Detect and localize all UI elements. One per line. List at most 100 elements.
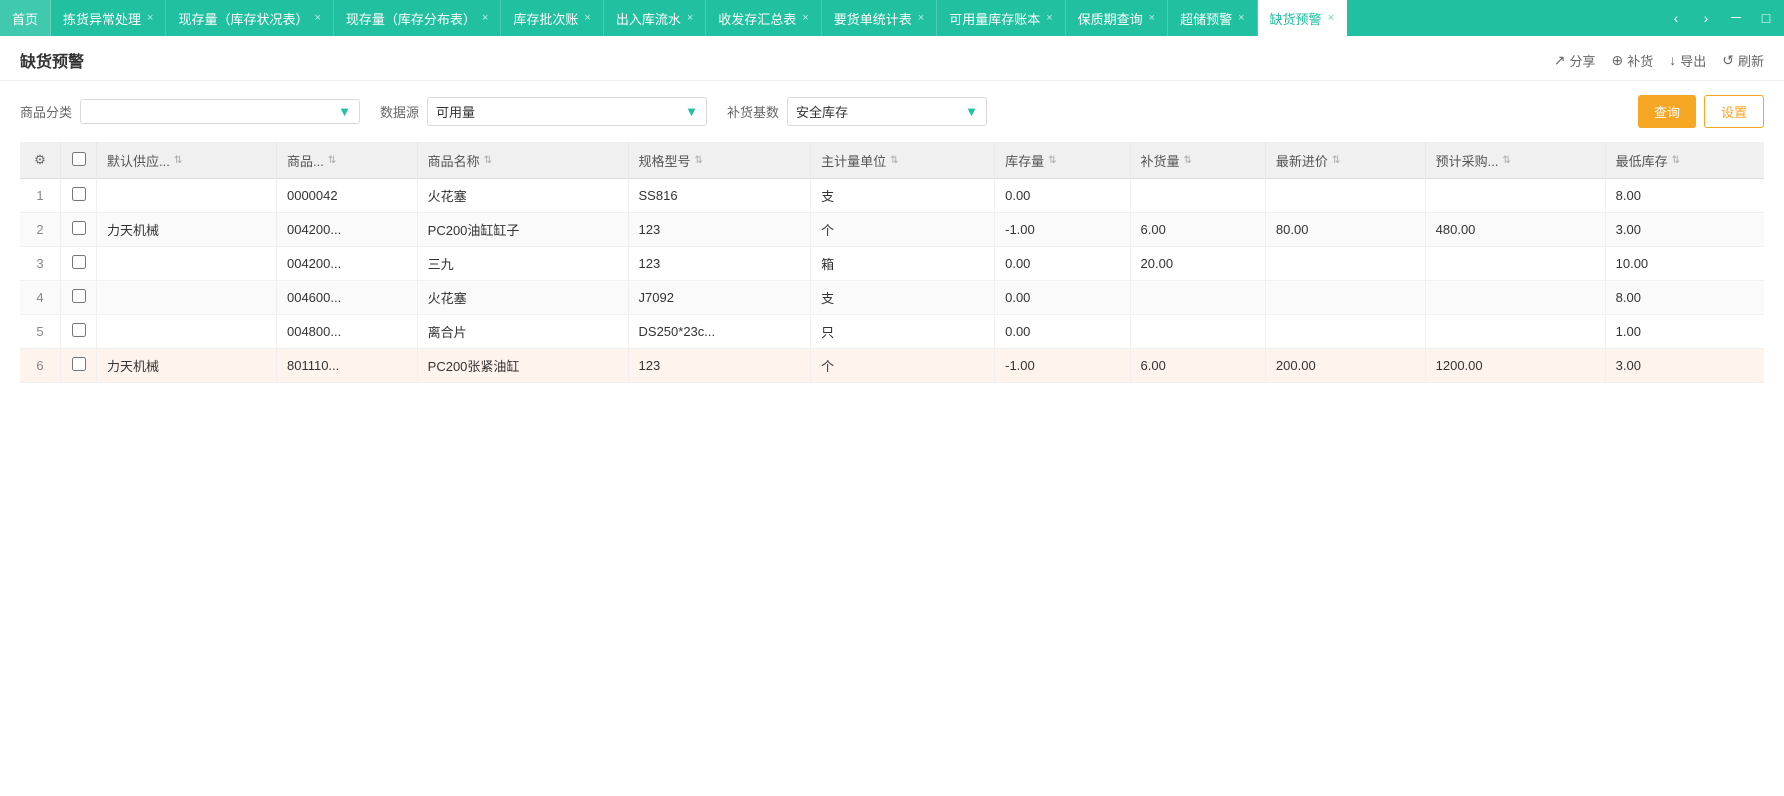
th-replenish-qty-label: 补货量	[1141, 151, 1180, 170]
page-container: 缺货预警 ↗ 分享 ⊕ 补货 ↓ 导出 ↺ 刷新 商品分类	[0, 36, 1784, 796]
th-unit-label: 主计量单位	[821, 151, 886, 170]
export-button[interactable]: ↓ 导出	[1669, 51, 1706, 70]
replenish-base-arrow-icon: ▼	[965, 104, 978, 119]
category-select[interactable]: ▼	[80, 99, 360, 124]
tab-pick-exception[interactable]: 拣货异常处理 ×	[51, 0, 166, 36]
row-checkbox[interactable]	[72, 255, 86, 269]
sort-stock-icon: ⇅	[1048, 155, 1056, 166]
row-product-name: 火花塞	[417, 179, 628, 213]
row-spec: 123	[628, 349, 811, 383]
th-product-code-label: 商品...	[287, 151, 324, 170]
row-product-code: 004800...	[276, 315, 417, 349]
filter-replenish-base-group: 补货基数 安全库存 ▼	[727, 97, 987, 126]
row-checkbox[interactable]	[72, 289, 86, 303]
table-row: 6 力天机械 801110... PC200张紧油缸 123 个 -1.00 6…	[20, 349, 1764, 383]
th-spec[interactable]: 规格型号 ⇅	[628, 142, 811, 179]
row-latest-price	[1265, 247, 1425, 281]
row-checkbox[interactable]	[72, 323, 86, 337]
row-stock: 0.00	[995, 247, 1130, 281]
row-product-code: 004200...	[276, 247, 417, 281]
nav-minimize-btn[interactable]: －	[1722, 4, 1750, 32]
row-spec: DS250*23c...	[628, 315, 811, 349]
row-checkbox[interactable]	[72, 357, 86, 371]
row-min-stock: 10.00	[1605, 247, 1764, 281]
th-min-stock[interactable]: 最低库存 ⇅	[1605, 142, 1764, 179]
tab-home[interactable]: 首页	[0, 0, 51, 36]
row-replenish-qty: 20.00	[1130, 247, 1265, 281]
th-default-supplier[interactable]: 默认供应... ⇅	[97, 142, 277, 179]
row-estimated-purchase: 480.00	[1425, 213, 1605, 247]
row-supplier: 力天机械	[97, 349, 277, 383]
row-spec: J7092	[628, 281, 811, 315]
replenish-label: 补货	[1627, 51, 1653, 70]
tab-stock-status-close[interactable]: ×	[314, 12, 320, 24]
row-unit: 个	[811, 349, 995, 383]
th-unit[interactable]: 主计量单位 ⇅	[811, 142, 995, 179]
refresh-button[interactable]: ↺ 刷新	[1722, 51, 1764, 70]
tab-stock-dist-close[interactable]: ×	[482, 12, 488, 24]
select-all-checkbox[interactable]	[72, 152, 86, 166]
tab-available-close[interactable]: ×	[1046, 12, 1052, 24]
tab-order-stats[interactable]: 要货单统计表 ×	[822, 0, 937, 36]
tab-batch-close[interactable]: ×	[584, 12, 590, 24]
refresh-icon: ↺	[1722, 52, 1734, 69]
row-index: 4	[20, 281, 61, 315]
nav-next-btn[interactable]: ›	[1692, 4, 1720, 32]
row-min-stock: 1.00	[1605, 315, 1764, 349]
tab-stock-dist[interactable]: 现存量（库存分布表） ×	[334, 0, 501, 36]
tab-inout-close[interactable]: ×	[687, 12, 693, 24]
tab-pick-close[interactable]: ×	[147, 12, 153, 24]
datasource-select[interactable]: 可用量 ▼	[427, 97, 707, 126]
row-estimated-purchase	[1425, 315, 1605, 349]
tab-expiry[interactable]: 保质期查询 ×	[1066, 0, 1168, 36]
tab-inout-label: 出入库流水	[616, 9, 681, 28]
tab-shortage-close[interactable]: ×	[1328, 12, 1334, 24]
category-arrow-icon: ▼	[338, 104, 351, 119]
share-button[interactable]: ↗ 分享	[1554, 51, 1596, 70]
tab-order-close[interactable]: ×	[918, 12, 924, 24]
nav-maximize-btn[interactable]: □	[1752, 4, 1780, 32]
tab-expiry-close[interactable]: ×	[1149, 12, 1155, 24]
tab-available-ledger[interactable]: 可用量库存账本 ×	[937, 0, 1065, 36]
sort-unit-icon: ⇅	[890, 155, 898, 166]
row-supplier	[97, 281, 277, 315]
tab-stock-status[interactable]: 现存量（库存状况表） ×	[166, 0, 333, 36]
tab-batch-account[interactable]: 库存批次账 ×	[501, 0, 603, 36]
replenish-base-select[interactable]: 安全库存 ▼	[787, 97, 987, 126]
sort-price-icon: ⇅	[1332, 155, 1340, 166]
tab-shortage-label: 缺货预警	[1270, 9, 1322, 28]
export-icon: ↓	[1669, 52, 1676, 68]
nav-prev-btn[interactable]: ‹	[1662, 4, 1690, 32]
sort-code-icon: ⇅	[328, 155, 336, 166]
tab-summary[interactable]: 收发存汇总表 ×	[706, 0, 821, 36]
th-stock[interactable]: 库存量 ⇅	[995, 142, 1130, 179]
header-actions: ↗ 分享 ⊕ 补货 ↓ 导出 ↺ 刷新	[1554, 51, 1764, 70]
row-supplier: 力天机械	[97, 213, 277, 247]
row-checkbox[interactable]	[72, 221, 86, 235]
th-estimated-purchase[interactable]: 预计采购... ⇅	[1425, 142, 1605, 179]
tab-home-label: 首页	[12, 9, 38, 28]
th-replenish-qty[interactable]: 补货量 ⇅	[1130, 142, 1265, 179]
data-table: ⚙ 默认供应... ⇅ 商品... ⇅	[20, 142, 1764, 383]
th-product-code[interactable]: 商品... ⇅	[276, 142, 417, 179]
row-estimated-purchase	[1425, 179, 1605, 213]
tab-inout-flow[interactable]: 出入库流水 ×	[604, 0, 706, 36]
tab-summary-close[interactable]: ×	[802, 12, 808, 24]
query-button[interactable]: 查询	[1638, 95, 1696, 128]
th-settings[interactable]: ⚙	[20, 142, 61, 179]
row-checkbox[interactable]	[72, 187, 86, 201]
tab-overstock[interactable]: 超储预警 ×	[1168, 0, 1257, 36]
th-latest-price[interactable]: 最新进价 ⇅	[1265, 142, 1425, 179]
table-row: 2 力天机械 004200... PC200油缸缸子 123 个 -1.00 6…	[20, 213, 1764, 247]
row-checkbox-cell	[61, 213, 97, 247]
tab-overstock-close[interactable]: ×	[1238, 12, 1244, 24]
category-label: 商品分类	[20, 102, 72, 121]
settings-button[interactable]: 设置	[1704, 95, 1764, 128]
replenish-button[interactable]: ⊕ 补货	[1611, 51, 1653, 70]
table-container: ⚙ 默认供应... ⇅ 商品... ⇅	[0, 142, 1784, 383]
row-spec: SS816	[628, 179, 811, 213]
row-unit: 个	[811, 213, 995, 247]
th-product-name[interactable]: 商品名称 ⇅	[417, 142, 628, 179]
tab-shortage[interactable]: 缺货预警 ×	[1258, 0, 1347, 36]
filter-category-group: 商品分类 ▼	[20, 99, 360, 124]
